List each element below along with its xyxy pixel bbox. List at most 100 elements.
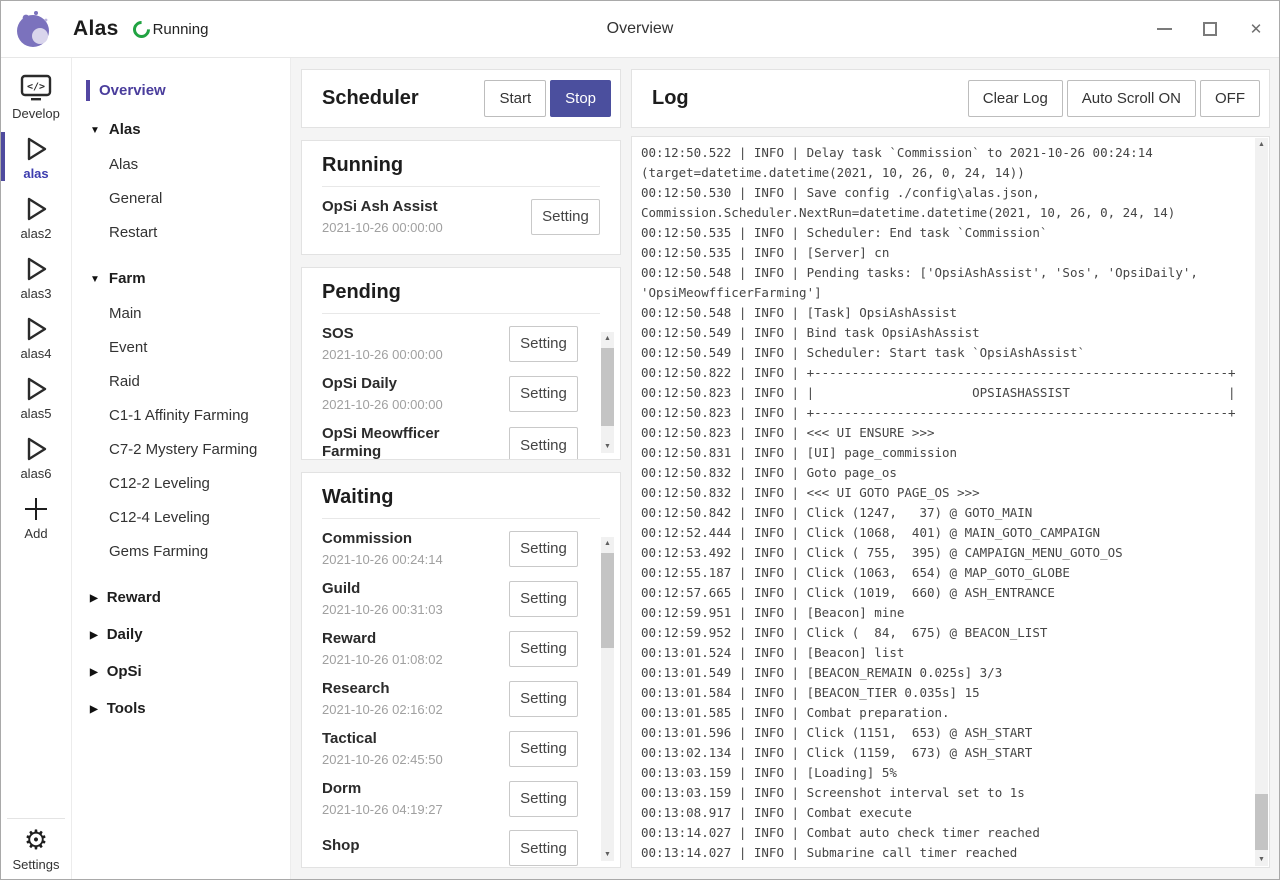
nav-item-event[interactable]: Event [72, 331, 290, 365]
nav-item-restart[interactable]: Restart [72, 216, 290, 250]
log-line: 00:12:50.823 | INFO | +-----------------… [641, 403, 1245, 423]
nav-item-c7-2-mystery-farming[interactable]: C7-2 Mystery Farming [72, 433, 290, 467]
task-setting-button[interactable]: Setting [509, 631, 578, 667]
task-info: Dorm2021-10-26 04:19:27 [322, 780, 443, 817]
task-setting-button[interactable]: Setting [509, 830, 578, 866]
clear-log-button[interactable]: Clear Log [968, 80, 1063, 117]
task-info: SOS2021-10-26 00:00:00 [322, 325, 443, 362]
scroll-down-icon[interactable] [601, 440, 614, 453]
rail-item-alas5[interactable]: alas5 [1, 368, 71, 425]
maximize-button[interactable] [1187, 1, 1233, 57]
pending-title: Pending [322, 281, 600, 304]
scrollbar-thumb[interactable] [1255, 794, 1268, 850]
task-time: 2021-10-26 00:00:00 [322, 220, 443, 235]
nav-group-reward[interactable]: Reward [90, 589, 290, 606]
auto-scroll-off-button[interactable]: OFF [1200, 80, 1260, 117]
scrollbar-thumb[interactable] [601, 553, 614, 648]
nav-item-raid[interactable]: Raid [72, 365, 290, 399]
scheduler-status-text: Running [153, 21, 209, 38]
maximize-icon [1203, 22, 1217, 36]
stop-button[interactable]: Stop [550, 80, 611, 117]
play-icon [1, 314, 71, 344]
nav-group-alas[interactable]: Alas [90, 121, 290, 138]
scroll-down-icon[interactable] [601, 848, 614, 861]
scroll-down-icon[interactable] [1255, 853, 1268, 866]
task-row: Tactical2021-10-26 02:45:50Setting [322, 723, 578, 773]
play-icon [1, 134, 71, 164]
nav-item-c1-1-affinity-farming[interactable]: C1-1 Affinity Farming [72, 399, 290, 433]
nav-group-tools[interactable]: Tools [90, 700, 290, 717]
rail-item-settings[interactable]: ⚙Settings [1, 819, 71, 876]
waiting-title: Waiting [322, 486, 600, 509]
nav-item-c12-4-leveling[interactable]: C12-4 Leveling [72, 501, 290, 535]
rail-item-alas4[interactable]: alas4 [1, 308, 71, 365]
log-line: 00:12:50.548 | INFO | [Task] OpsiAshAssi… [641, 303, 1245, 323]
rail-item-label: Develop [1, 106, 71, 121]
task-row: Guild2021-10-26 00:31:03Setting [322, 573, 578, 623]
rail-item-alas3[interactable]: alas3 [1, 248, 71, 305]
log-line: 00:13:01.584 | INFO | [BEACON_TIER 0.035… [641, 683, 1245, 703]
rail-item-add[interactable]: Add [1, 488, 71, 545]
task-row: Commission2021-10-26 00:24:14Setting [322, 523, 578, 573]
nav-group-opsi[interactable]: OpSi [90, 663, 290, 680]
log-line: 00:12:50.823 | INFO | <<< UI ENSURE >>> [641, 423, 1245, 443]
scroll-up-icon[interactable] [601, 332, 614, 345]
task-row: OpSi Daily2021-10-26 00:00:00 Setting [322, 368, 578, 418]
log-scrollbar[interactable] [1255, 138, 1268, 866]
task-row: ShopSetting [322, 823, 578, 868]
waiting-task-list: Commission2021-10-26 00:24:14SettingGuil… [322, 519, 578, 868]
log-line: 00:12:50.535 | INFO | Scheduler: End tas… [641, 223, 1245, 243]
task-setting-button[interactable]: Setting [509, 376, 578, 412]
nav-item-c12-2-leveling[interactable]: C12-2 Leveling [72, 467, 290, 501]
task-setting-button[interactable]: Setting [509, 681, 578, 717]
app-window: Alas Running Overview </>Developalasalas… [1, 1, 1279, 879]
rail-item-label: alas6 [1, 466, 71, 481]
task-setting-button[interactable]: Setting [509, 326, 578, 362]
profile-rail: </>Developalasalas2alas3alas4alas5 alas6 A… [1, 58, 72, 879]
task-time: 2021-10-26 00:00:00 [322, 397, 443, 412]
log-line: 00:12:50.549 | INFO | Scheduler: Start t… [641, 343, 1245, 363]
start-button[interactable]: Start [484, 80, 546, 117]
task-time: 2021-10-26 02:45:50 [322, 752, 443, 767]
nav-group-daily[interactable]: Daily [90, 626, 290, 643]
log-line: 00:12:50.530 | INFO | Save config ./conf… [641, 183, 1245, 203]
scroll-up-icon[interactable] [601, 537, 614, 550]
nav-item-alas[interactable]: Alas [72, 148, 290, 182]
task-setting-button[interactable]: Setting [509, 581, 578, 617]
rail-item-alas2[interactable]: alas2 [1, 188, 71, 245]
log-line: 00:13:03.159 | INFO | Screenshot interva… [641, 783, 1245, 803]
task-setting-button[interactable]: Setting [531, 199, 600, 235]
scheduler-title: Scheduler [322, 87, 484, 110]
log-line: 00:12:50.535 | INFO | [Server] cn [641, 243, 1245, 263]
log-line: 00:13:14.027 | INFO | Submarine call tim… [641, 843, 1245, 863]
waiting-scrollbar[interactable] [601, 537, 614, 861]
task-setting-button[interactable]: Setting [509, 731, 578, 767]
window-title: Overview [607, 20, 674, 38]
task-row: Dorm2021-10-26 04:19:27 Setting [322, 773, 578, 823]
minimize-button[interactable] [1141, 1, 1187, 57]
nav-group-farm[interactable]: Farm [90, 270, 290, 287]
rail-item-alas6[interactable]: alas6 [1, 428, 71, 485]
close-button[interactable] [1233, 1, 1279, 57]
task-setting-button[interactable]: Setting [509, 427, 578, 460]
task-name: Dorm [322, 780, 443, 798]
task-name: Guild [322, 580, 443, 598]
scrollbar-thumb[interactable] [601, 348, 614, 426]
nav-item-gems-farming[interactable]: Gems Farming [72, 535, 290, 569]
auto-scroll-on-button[interactable]: Auto Scroll ON [1067, 80, 1196, 117]
task-name: OpSi Ash Assist [322, 198, 443, 216]
nav-item-general[interactable]: General [72, 182, 290, 216]
nav-item-overview[interactable]: Overview [86, 80, 290, 101]
rail-item-alas[interactable]: alas [1, 128, 71, 185]
log-lines: 00:12:50.522 | INFO | Delay task `Commis… [641, 143, 1245, 863]
running-section: Running OpSi Ash Assist2021-10-26 00:00:… [301, 140, 621, 255]
log-line: 00:13:08.917 | INFO | Combat execute [641, 803, 1245, 823]
task-time: 2021-10-26 02:16:02 [322, 702, 443, 717]
task-setting-button[interactable]: Setting [509, 781, 578, 817]
task-info: OpSi Daily2021-10-26 00:00:00 [322, 375, 443, 412]
nav-item-main[interactable]: Main [72, 297, 290, 331]
scroll-up-icon[interactable] [1255, 138, 1268, 151]
task-setting-button[interactable]: Setting [509, 531, 578, 567]
rail-item-develop[interactable]: </>Develop [1, 68, 71, 125]
pending-scrollbar[interactable] [601, 332, 614, 453]
